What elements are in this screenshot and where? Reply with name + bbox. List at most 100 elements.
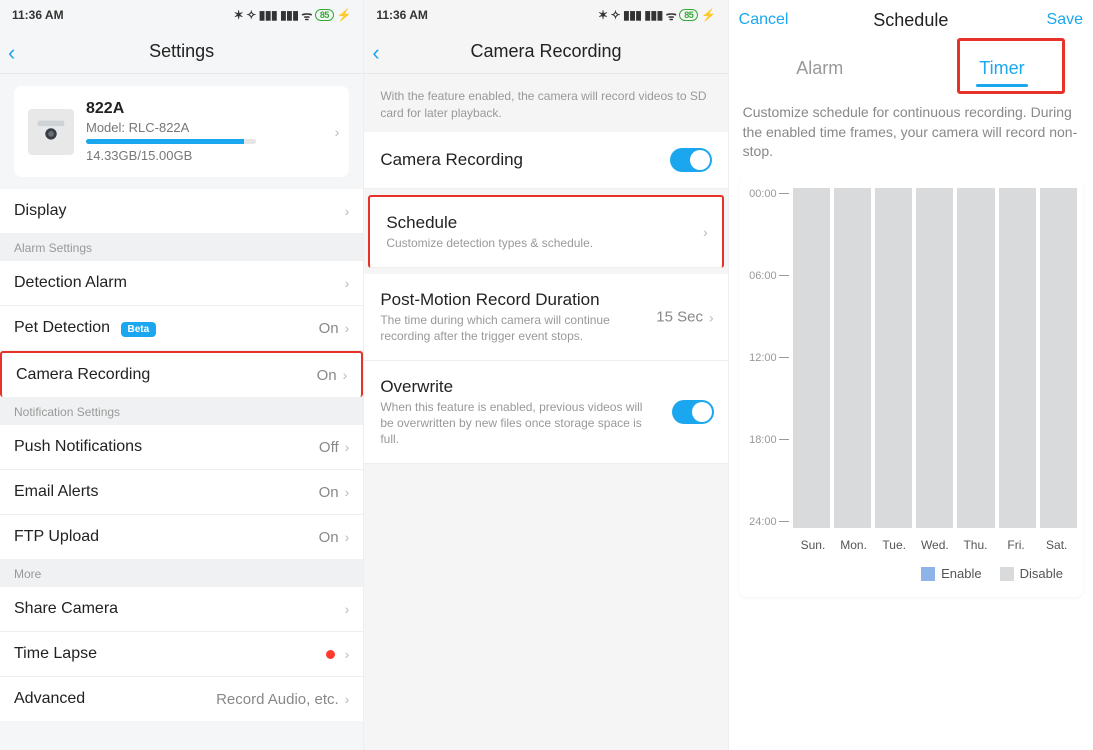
- beta-badge: Beta: [121, 322, 157, 337]
- day-column-mon[interactable]: [834, 188, 871, 528]
- day-column-tue[interactable]: [875, 188, 912, 528]
- toggle-camera-recording[interactable]: [670, 148, 712, 172]
- chevron-right-icon: ›: [345, 484, 350, 500]
- row-label: Schedule: [386, 213, 705, 233]
- chevron-right-icon: ›: [345, 275, 350, 291]
- legend-disable-label: Disable: [1020, 566, 1063, 581]
- row-label: Share Camera: [14, 600, 345, 618]
- wifi-icon: ᯤ: [301, 7, 311, 24]
- camera-recording-screen: 11:36 AM ✶ ✧ ▮▮▮ ▮▮▮ ᯤ 85 ⚡ ‹ Camera Rec…: [364, 0, 728, 750]
- day-column-wed[interactable]: [916, 188, 953, 528]
- tab-alarm[interactable]: Alarm: [729, 48, 911, 89]
- row-push-notifications[interactable]: Push Notifications Off ›: [0, 425, 363, 470]
- toggle-overwrite[interactable]: [672, 400, 714, 424]
- day-column-sat[interactable]: [1040, 188, 1077, 528]
- row-schedule[interactable]: Schedule Customize detection types & sch…: [368, 195, 723, 269]
- row-label: Pet Detection Beta: [14, 319, 319, 337]
- charge-icon: ⚡: [337, 8, 351, 22]
- legend-enable-label: Enable: [941, 566, 981, 581]
- row-camera-recording-toggle[interactable]: Camera Recording: [364, 132, 727, 189]
- chevron-right-icon: ›: [345, 529, 350, 545]
- storage-bar: [86, 139, 256, 144]
- save-button[interactable]: Save: [1047, 11, 1083, 29]
- status-bar: 11:36 AM ✶ ✧ ▮▮▮ ▮▮▮ ᯤ 85 ⚡: [364, 0, 727, 30]
- row-label: Post-Motion Record Duration: [380, 290, 711, 310]
- row-detection-alarm[interactable]: Detection Alarm ›: [0, 261, 363, 306]
- row-pet-detection[interactable]: Pet Detection Beta On ›: [0, 306, 363, 351]
- chevron-right-icon: ›: [345, 320, 350, 336]
- battery-icon: 85: [679, 9, 698, 21]
- day-axis: Sun. Mon. Tue. Wed. Thu. Fri. Sat.: [745, 538, 1077, 552]
- vibrate-icon: ✧: [611, 8, 621, 22]
- row-share-camera[interactable]: Share Camera ›: [0, 587, 363, 632]
- chevron-right-icon: ›: [345, 691, 350, 707]
- row-sublabel: Customize detection types & schedule.: [386, 236, 705, 252]
- back-icon[interactable]: ‹: [372, 40, 379, 66]
- schedule-grid-card: 00:00 06:00 12:00 18:00 24:00 Sun. Mon. …: [739, 176, 1083, 598]
- row-display[interactable]: Display ›: [0, 189, 363, 233]
- row-label: Email Alerts: [14, 483, 319, 501]
- day-column-sun[interactable]: [793, 188, 830, 528]
- row-label: Detection Alarm: [14, 274, 345, 292]
- chevron-right-icon: ›: [345, 203, 350, 219]
- row-email-alerts[interactable]: Email Alerts On ›: [0, 470, 363, 515]
- row-ftp-upload[interactable]: FTP Upload On ›: [0, 515, 363, 559]
- row-post-motion[interactable]: Post-Motion Record Duration The time dur…: [364, 274, 727, 361]
- chevron-right-icon: ›: [345, 646, 350, 662]
- camera-card[interactable]: 822A Model: RLC-822A 14.33GB/15.00GB ›: [14, 86, 349, 177]
- day-column-fri[interactable]: [999, 188, 1036, 528]
- dome-camera-icon: [32, 113, 70, 151]
- legend-disable-swatch: [1000, 567, 1014, 581]
- back-icon[interactable]: ‹: [8, 40, 15, 66]
- chevron-right-icon: ›: [709, 309, 714, 325]
- day-column-thu[interactable]: [957, 188, 994, 528]
- signal-icon: ▮▮▮: [623, 8, 641, 22]
- bluetooth-icon: ✶: [598, 8, 608, 22]
- time-label: 18:00: [749, 434, 777, 446]
- row-label: Push Notifications: [14, 438, 319, 456]
- day-label: Sat.: [1036, 538, 1077, 552]
- status-bar: 11:36 AM ✶ ✧ ▮▮▮ ▮▮▮ ᯤ 85 ⚡: [0, 0, 363, 30]
- day-label: Fri.: [996, 538, 1037, 552]
- camera-model: Model: RLC-822A: [86, 120, 335, 135]
- legend: Enable Disable: [745, 552, 1077, 584]
- nav-bar: ‹ Camera Recording: [364, 30, 727, 74]
- day-label: Sun.: [793, 538, 834, 552]
- time-label: 24:00: [749, 516, 777, 528]
- legend-enable-swatch: [921, 567, 935, 581]
- time-label: 06:00: [749, 270, 777, 282]
- day-label: Tue.: [874, 538, 915, 552]
- row-value: 15 Sec: [656, 309, 703, 326]
- row-label: Camera Recording: [380, 150, 669, 170]
- page-title: Settings: [149, 41, 214, 62]
- signal-icon: ▮▮▮: [259, 8, 277, 22]
- red-dot-indicator: [326, 650, 335, 659]
- highlight-annotation: [957, 38, 1065, 94]
- row-value: Record Audio, etc.: [216, 691, 339, 708]
- day-label: Thu.: [955, 538, 996, 552]
- row-camera-recording[interactable]: Camera Recording On ›: [0, 351, 363, 397]
- schedule-screen: Cancel Schedule Save Alarm Timer Customi…: [729, 0, 1093, 750]
- battery-icon: 85: [315, 9, 334, 21]
- row-label: Overwrite: [380, 377, 711, 397]
- row-value: On: [317, 367, 337, 384]
- row-value: On: [319, 320, 339, 337]
- row-overwrite[interactable]: Overwrite When this feature is enabled, …: [364, 361, 727, 464]
- row-value: On: [319, 529, 339, 546]
- row-advanced[interactable]: Advanced Record Audio, etc. ›: [0, 677, 363, 721]
- signal2-icon: ▮▮▮: [644, 8, 662, 22]
- status-time: 11:36 AM: [376, 8, 428, 22]
- signal2-icon: ▮▮▮: [280, 8, 298, 22]
- section-more: More: [0, 559, 363, 587]
- row-label: Display: [14, 202, 345, 220]
- time-label: 12:00: [749, 352, 777, 364]
- camera-name: 822A: [86, 100, 335, 118]
- row-time-lapse[interactable]: Time Lapse ›: [0, 632, 363, 677]
- chevron-right-icon: ›: [703, 224, 708, 240]
- schedule-grid[interactable]: [793, 188, 1077, 528]
- status-time: 11:36 AM: [12, 8, 64, 22]
- cancel-button[interactable]: Cancel: [739, 11, 789, 29]
- chevron-right-icon: ›: [345, 439, 350, 455]
- charge-icon: ⚡: [701, 8, 715, 22]
- time-axis: 00:00 06:00 12:00 18:00 24:00: [745, 188, 793, 528]
